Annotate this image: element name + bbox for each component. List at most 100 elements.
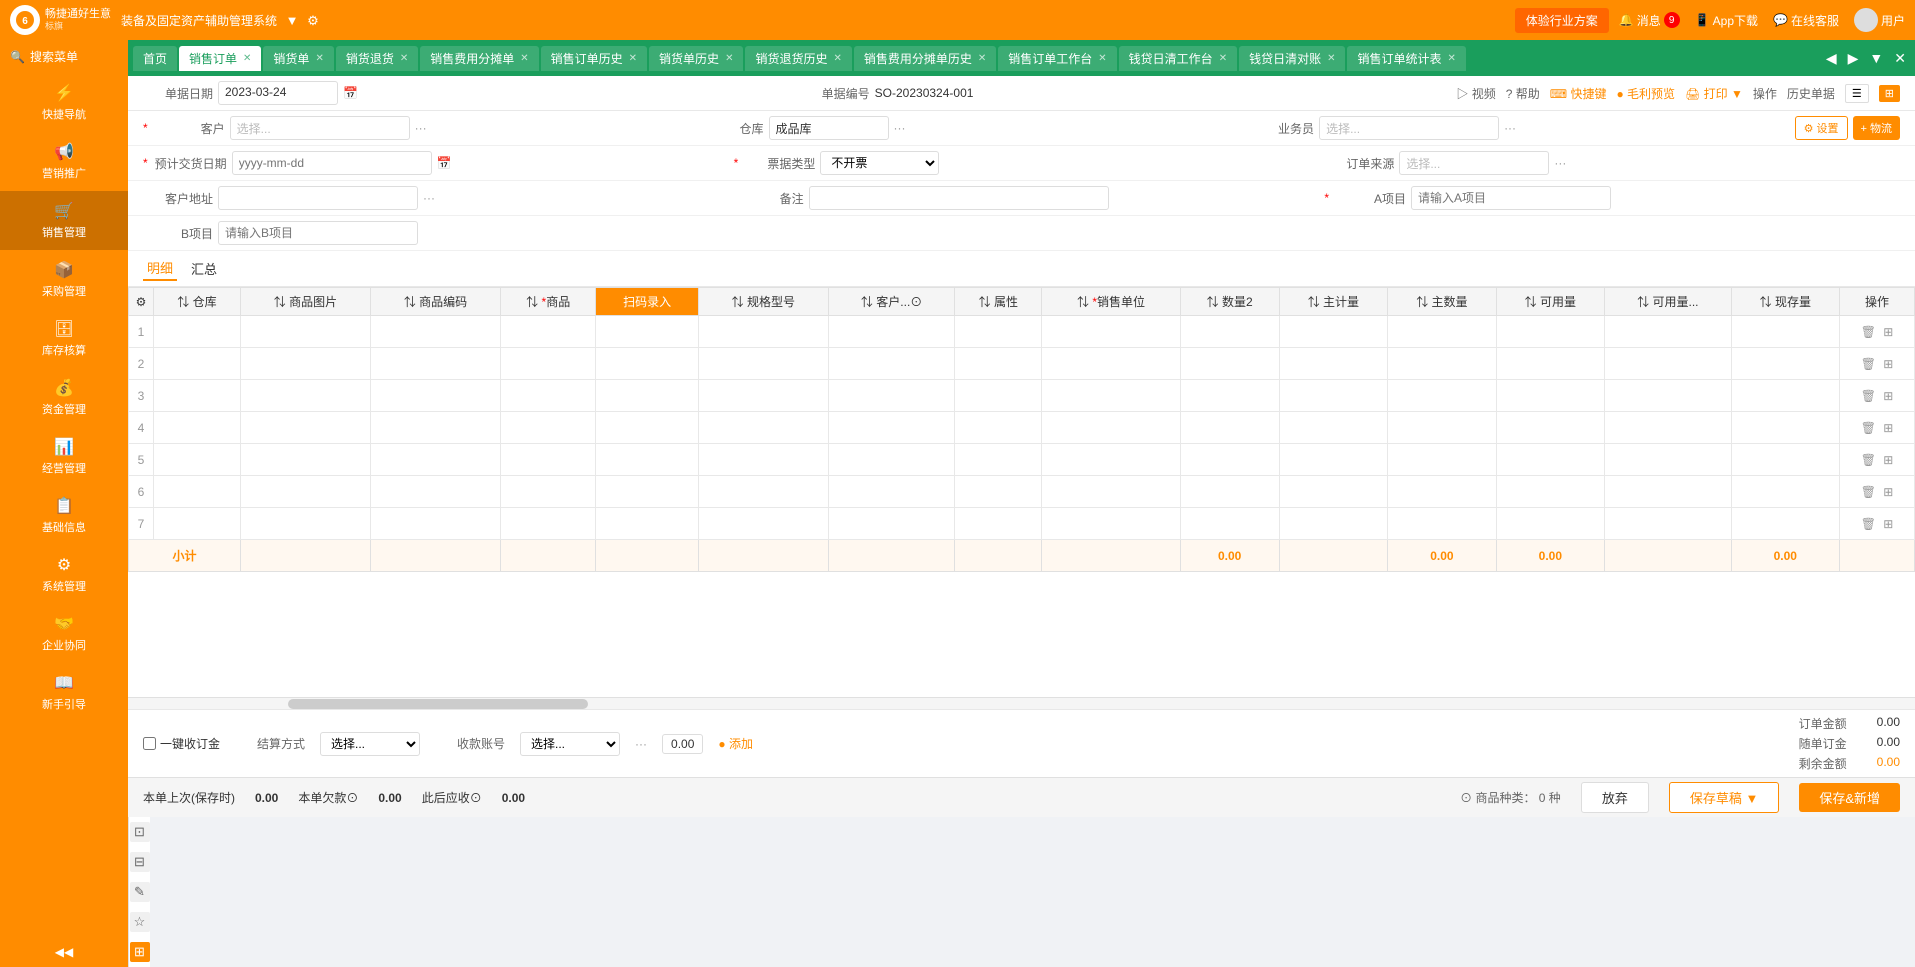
- row-1-action[interactable]: 🗑 ⊞: [1840, 316, 1915, 348]
- row-1-unit[interactable]: [1042, 316, 1180, 348]
- tab-close-sales-expense[interactable]: ✕: [520, 53, 528, 64]
- row-3-product[interactable]: [501, 380, 596, 412]
- row-6-stock[interactable]: [1731, 476, 1839, 508]
- row-4-qty2[interactable]: [1180, 412, 1279, 444]
- tab-money-daily[interactable]: 钱贷日清工作台 ✕: [1119, 46, 1237, 71]
- customer-dots[interactable]: ···: [415, 121, 427, 135]
- row-1-qty2[interactable]: [1180, 316, 1279, 348]
- row-5-customer-code[interactable]: [828, 444, 954, 476]
- layout-btn2[interactable]: ⊞: [1879, 85, 1900, 102]
- sidebar-item-marketing[interactable]: 📢 营销推广: [0, 132, 128, 191]
- tab-sales-expense[interactable]: 销售费用分摊单 ✕: [420, 46, 538, 71]
- row-4-unit[interactable]: [1042, 412, 1180, 444]
- row-7-main-unit[interactable]: [1279, 508, 1387, 540]
- print-btn[interactable]: 🖨 打印 ▼: [1685, 85, 1743, 102]
- sort-icon6[interactable]: ⇅: [861, 295, 873, 309]
- row-7-image[interactable]: [240, 508, 370, 540]
- tab-sales-return[interactable]: 销货退货 ✕: [336, 46, 418, 71]
- row-5-main-unit[interactable]: [1279, 444, 1387, 476]
- scroll-thumb[interactable]: [288, 699, 588, 709]
- address-dots[interactable]: ···: [423, 191, 435, 205]
- tab-nav-left[interactable]: ◀: [1822, 48, 1841, 69]
- row-3-spec[interactable]: [698, 380, 828, 412]
- app-download-button[interactable]: 📱 App下载: [1695, 12, 1758, 29]
- sort-icon9[interactable]: ⇅: [1207, 295, 1219, 309]
- warehouse-dots[interactable]: ···: [894, 121, 906, 135]
- row-6-main-unit[interactable]: [1279, 476, 1387, 508]
- warehouse-input[interactable]: 成品库: [769, 116, 889, 140]
- tab-close-sales-return[interactable]: ✕: [400, 53, 408, 64]
- row-2-available[interactable]: [1496, 348, 1604, 380]
- shortcut-btn[interactable]: ⌨ 快捷键: [1550, 85, 1607, 102]
- row-6-customer-code[interactable]: [828, 476, 954, 508]
- row-3-image[interactable]: [240, 380, 370, 412]
- row-7-spec[interactable]: [698, 508, 828, 540]
- row-2-qty2[interactable]: [1180, 348, 1279, 380]
- a-project-input[interactable]: [1411, 186, 1611, 210]
- sidebar-item-basic[interactable]: 📋 基础信息: [0, 486, 128, 545]
- row-2-attribute[interactable]: [955, 348, 1042, 380]
- row-1-attribute[interactable]: [955, 316, 1042, 348]
- side-icon-1[interactable]: ⊡: [130, 822, 150, 842]
- help-btn[interactable]: ? 帮助: [1506, 85, 1540, 102]
- sort-icon2[interactable]: ⇅: [274, 295, 286, 309]
- sort-icon14[interactable]: ⇅: [1760, 295, 1772, 309]
- row-4-image[interactable]: [240, 412, 370, 444]
- col-settings[interactable]: ⚙: [129, 288, 154, 316]
- sidebar-item-operations[interactable]: 📊 经营管理: [0, 427, 128, 486]
- row-1-product[interactable]: [501, 316, 596, 348]
- tab-summary[interactable]: 汇总: [187, 257, 221, 280]
- setting-btn[interactable]: ⚙ 设置: [1795, 116, 1848, 140]
- sidebar-expand-button[interactable]: ◀◀: [0, 937, 128, 967]
- row-3-unit[interactable]: [1042, 380, 1180, 412]
- view-btn[interactable]: ▷ 视频: [1456, 85, 1495, 102]
- row-6-scan[interactable]: [596, 476, 698, 508]
- row-2-spec[interactable]: [698, 348, 828, 380]
- row-6-qty2[interactable]: [1180, 476, 1279, 508]
- row-5-code[interactable]: [370, 444, 500, 476]
- save-new-button[interactable]: 保存&新增: [1799, 783, 1900, 812]
- side-icon-3[interactable]: ✎: [130, 882, 150, 902]
- side-icon-5[interactable]: ⊞: [130, 942, 150, 962]
- notice-button[interactable]: 🔔 消息 9: [1619, 12, 1680, 29]
- row-2-action[interactable]: 🗑 ⊞: [1840, 348, 1915, 380]
- side-icon-4[interactable]: ☆: [130, 912, 150, 932]
- sort-icon3[interactable]: ⇅: [404, 295, 416, 309]
- sidebar-item-guide[interactable]: 📖 新手引导: [0, 663, 128, 722]
- row-5-available[interactable]: [1496, 444, 1604, 476]
- tab-close-sales-goods[interactable]: ✕: [315, 53, 323, 64]
- row-3-code[interactable]: [370, 380, 500, 412]
- row-5-image[interactable]: [240, 444, 370, 476]
- row-6-code[interactable]: [370, 476, 500, 508]
- row-7-warehouse[interactable]: [154, 508, 241, 540]
- row-6-spec[interactable]: [698, 476, 828, 508]
- add-material-btn[interactable]: + 物流: [1853, 116, 1900, 140]
- save-draft-button[interactable]: 保存草稿 ▼: [1669, 782, 1780, 813]
- tab-close-order-workbench[interactable]: ✕: [1098, 53, 1106, 64]
- user-menu[interactable]: 用户: [1854, 8, 1905, 32]
- row-6-warehouse[interactable]: [154, 476, 241, 508]
- col-scan[interactable]: 扫码录入: [596, 288, 698, 316]
- solution-button[interactable]: 体验行业方案: [1515, 8, 1609, 33]
- sidebar-item-system[interactable]: ⚙ 系统管理: [0, 545, 128, 604]
- sort-icon10[interactable]: ⇅: [1308, 295, 1320, 309]
- address-input[interactable]: [218, 186, 418, 210]
- row-1-scan[interactable]: [596, 316, 698, 348]
- tab-order-history[interactable]: 销售订单历史 ✕: [541, 46, 647, 71]
- row-2-available2[interactable]: [1605, 348, 1731, 380]
- customer-input[interactable]: 选择...: [230, 116, 410, 140]
- row-6-action[interactable]: 🗑 ⊞: [1840, 476, 1915, 508]
- row-5-action[interactable]: 🗑 ⊞: [1840, 444, 1915, 476]
- row-5-main-qty[interactable]: [1388, 444, 1496, 476]
- row-3-available[interactable]: [1496, 380, 1604, 412]
- staff-dots[interactable]: ···: [1504, 121, 1516, 135]
- row-5-warehouse[interactable]: [154, 444, 241, 476]
- invoice-select[interactable]: 不开票 增值税普通发票 增值税专用发票: [820, 151, 939, 175]
- b-project-input[interactable]: [218, 221, 418, 245]
- sidebar-item-quicknav[interactable]: ⚡ 快捷导航: [0, 73, 128, 132]
- sidebar-item-finance[interactable]: 💰 资金管理: [0, 368, 128, 427]
- online-service-button[interactable]: 💬 在线客服: [1773, 12, 1839, 29]
- row-2-scan[interactable]: [596, 348, 698, 380]
- row-1-available2[interactable]: [1605, 316, 1731, 348]
- row-6-unit[interactable]: [1042, 476, 1180, 508]
